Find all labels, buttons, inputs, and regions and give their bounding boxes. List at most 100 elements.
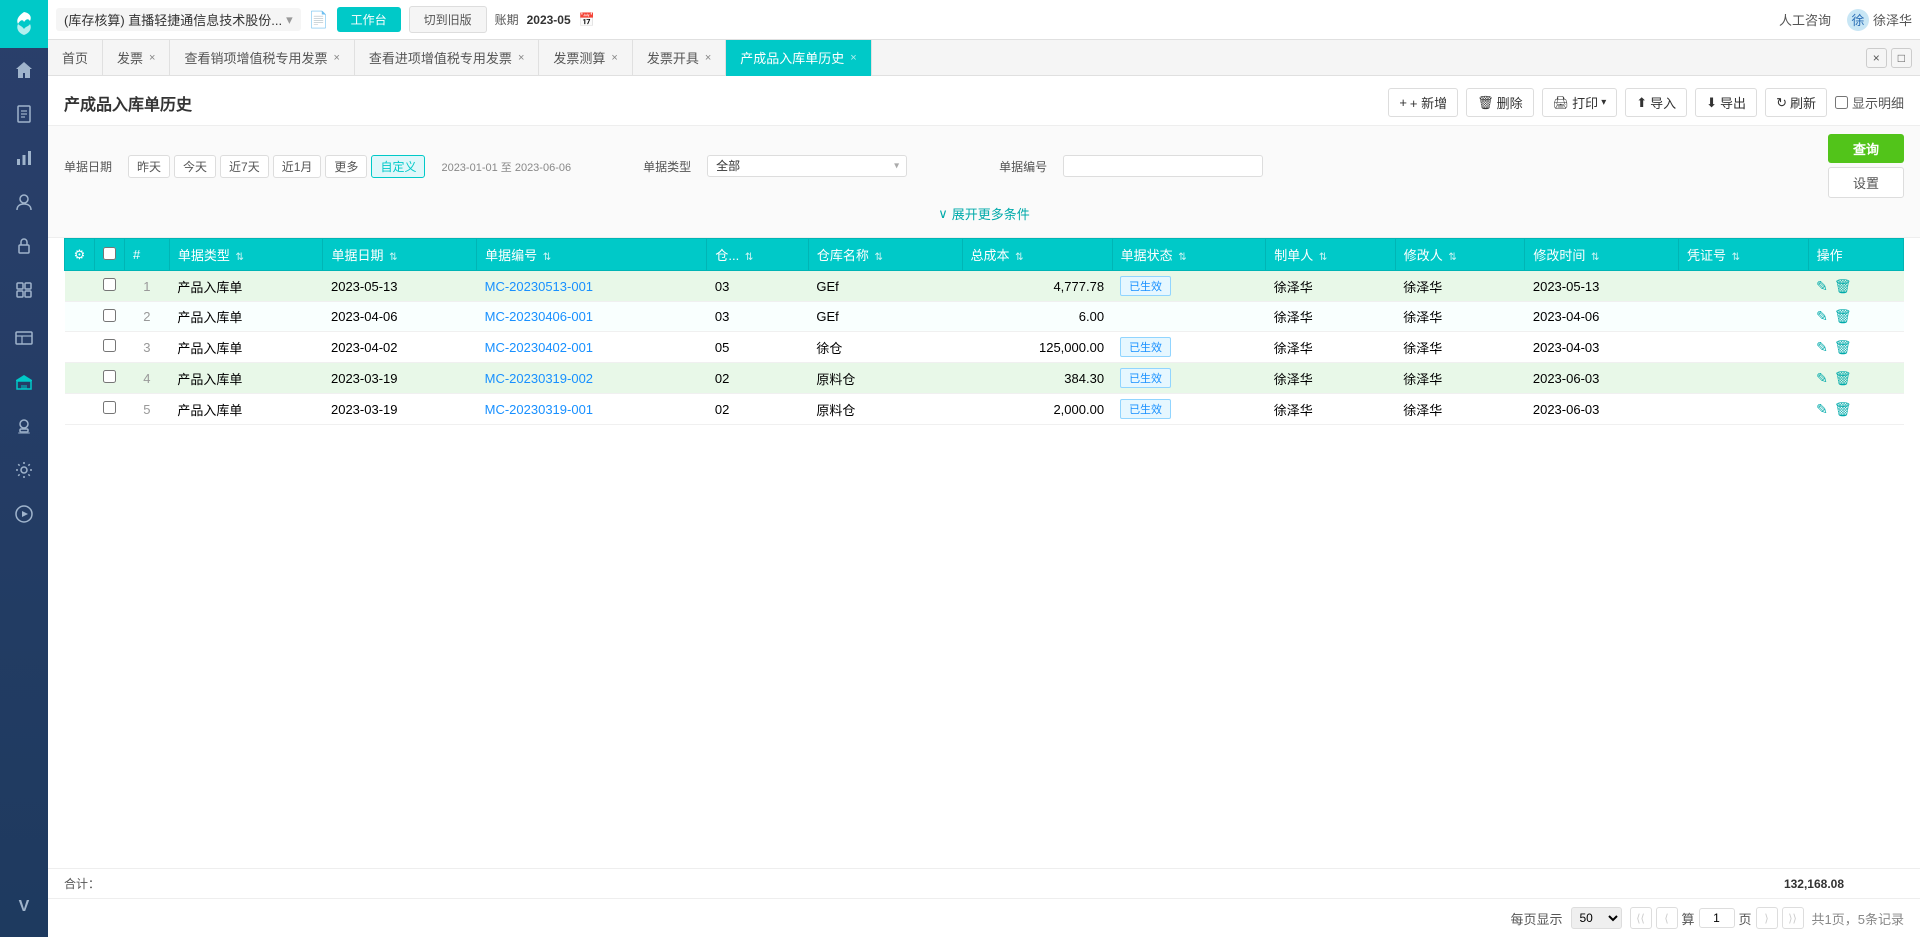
td-number-4[interactable]: MC-20230319-001: [477, 394, 707, 425]
th-warehouse-name[interactable]: 仓库名称 ⇅: [808, 239, 962, 271]
row-number-link-2[interactable]: MC-20230402-001: [485, 340, 593, 355]
sidebar-item-accounts[interactable]: [0, 180, 48, 224]
close-all-button[interactable]: ×: [1866, 48, 1887, 68]
page-next-button[interactable]: ⟩: [1756, 907, 1778, 929]
tab-calc[interactable]: 发票测算 ×: [539, 40, 632, 76]
th-total-cost[interactable]: 总成本 ⇅: [962, 239, 1112, 271]
row-checkbox-0[interactable]: [103, 278, 116, 291]
tab-history[interactable]: 产成品入库单历史 ×: [726, 40, 871, 76]
th-creator[interactable]: 制单人 ⇅: [1266, 239, 1396, 271]
th-modify-time[interactable]: 修改时间 ⇅: [1525, 239, 1679, 271]
date-btn-1month[interactable]: 近1月: [273, 155, 322, 178]
calendar-icon[interactable]: 📅: [579, 12, 595, 28]
sidebar-item-home[interactable]: [0, 48, 48, 92]
help-button[interactable]: 人工咨询: [1779, 10, 1831, 29]
workbench-button[interactable]: 工作台: [337, 7, 401, 32]
switch-version-button[interactable]: 切到旧版: [409, 6, 487, 33]
delete-row-button-2[interactable]: 🗑: [1834, 339, 1852, 356]
user-menu[interactable]: 徐 徐泽华: [1847, 9, 1912, 31]
print-button[interactable]: 🖨 打印 ▾: [1542, 88, 1618, 117]
tab-check-sales[interactable]: 查看销项增值税专用发票 ×: [170, 40, 354, 76]
tab-calc-close[interactable]: ×: [611, 52, 617, 64]
tab-check-purchase[interactable]: 查看进项增值税专用发票 ×: [355, 40, 539, 76]
date-btn-today[interactable]: 今天: [174, 155, 216, 178]
sidebar-item-lock[interactable]: [0, 224, 48, 268]
doc-icon[interactable]: 📄: [309, 10, 329, 30]
tab-home[interactable]: 首页: [48, 40, 103, 76]
sidebar-item-play[interactable]: [0, 492, 48, 536]
td-number-3[interactable]: MC-20230319-002: [477, 363, 707, 394]
page-number-input[interactable]: [1699, 908, 1735, 928]
th-voucher[interactable]: 凭证号 ⇅: [1679, 239, 1809, 271]
edit-button-4[interactable]: ✎: [1816, 401, 1828, 418]
period-value[interactable]: 2023-05: [527, 13, 571, 27]
delete-button[interactable]: 🗑 删除: [1466, 88, 1534, 117]
th-type[interactable]: 单据类型 ⇅: [169, 239, 323, 271]
sidebar-item-table[interactable]: [0, 316, 48, 360]
delete-row-button-1[interactable]: 🗑: [1834, 308, 1852, 325]
td-number-2[interactable]: MC-20230402-001: [477, 332, 707, 363]
th-number[interactable]: 单据编号 ⇅: [477, 239, 707, 271]
th-checkbox[interactable]: [95, 239, 125, 271]
company-selector[interactable]: (库存核算) 直播轻捷通信息技术股份... ▾: [56, 8, 301, 31]
type-select[interactable]: 全部 产品入库单: [707, 155, 907, 177]
delete-row-button-0[interactable]: 🗑: [1834, 278, 1852, 295]
sidebar-item-docs[interactable]: [0, 92, 48, 136]
row-number-link-3[interactable]: MC-20230319-002: [485, 371, 593, 386]
row-number-link-4[interactable]: MC-20230319-001: [485, 402, 593, 417]
per-page-select[interactable]: 10 20 50 100: [1571, 907, 1622, 929]
sidebar-item-stamp[interactable]: [0, 404, 48, 448]
delete-row-button-4[interactable]: 🗑: [1834, 401, 1852, 418]
page-prev-button[interactable]: ⟨: [1656, 907, 1678, 929]
select-all-checkbox[interactable]: [103, 247, 116, 260]
show-detail-checkbox[interactable]: [1835, 96, 1848, 109]
app-logo[interactable]: [0, 0, 48, 48]
row-checkbox-4[interactable]: [103, 401, 116, 414]
page-last-button[interactable]: ⟩⟩: [1782, 907, 1804, 929]
date-btn-7days[interactable]: 近7天: [220, 155, 269, 178]
sidebar-item-grid[interactable]: [0, 268, 48, 312]
row-number-link-0[interactable]: MC-20230513-001: [485, 279, 593, 294]
tab-history-close[interactable]: ×: [850, 52, 856, 64]
row-checkbox-2[interactable]: [103, 339, 116, 352]
edit-button-0[interactable]: ✎: [1816, 278, 1828, 295]
th-settings[interactable]: ⚙: [65, 239, 95, 271]
th-modifier[interactable]: 修改人 ⇅: [1395, 239, 1525, 271]
export-button[interactable]: ⬇ 导出: [1695, 88, 1757, 117]
date-btn-yesterday[interactable]: 昨天: [128, 155, 170, 178]
delete-row-button-3[interactable]: 🗑: [1834, 370, 1852, 387]
th-status[interactable]: 单据状态 ⇅: [1112, 239, 1266, 271]
date-btn-more[interactable]: 更多: [325, 155, 367, 178]
number-input[interactable]: [1063, 155, 1263, 177]
expand-tab-button[interactable]: □: [1891, 48, 1912, 68]
tab-invoice[interactable]: 发票 ×: [103, 40, 170, 76]
th-date[interactable]: 单据日期 ⇅: [323, 239, 477, 271]
edit-button-1[interactable]: ✎: [1816, 308, 1828, 325]
sidebar-item-v[interactable]: V: [0, 885, 48, 929]
row-number-link-1[interactable]: MC-20230406-001: [485, 309, 593, 324]
td-checkbox-2[interactable]: [95, 332, 125, 363]
page-first-button[interactable]: ⟨⟨: [1630, 907, 1652, 929]
td-checkbox-3[interactable]: [95, 363, 125, 394]
tab-open-close[interactable]: ×: [705, 52, 711, 64]
tab-check-sales-close[interactable]: ×: [333, 52, 339, 64]
tab-check-purchase-close[interactable]: ×: [518, 52, 524, 64]
td-checkbox-1[interactable]: [95, 302, 125, 332]
expand-more-btn[interactable]: ∨ 展开更多条件: [938, 204, 1030, 223]
td-number-0[interactable]: MC-20230513-001: [477, 271, 707, 302]
sidebar-item-warehouse[interactable]: [0, 360, 48, 404]
td-checkbox-4[interactable]: [95, 394, 125, 425]
sidebar-item-tools[interactable]: [0, 448, 48, 492]
edit-button-2[interactable]: ✎: [1816, 339, 1828, 356]
new-button[interactable]: + + 新增: [1388, 88, 1458, 117]
edit-button-3[interactable]: ✎: [1816, 370, 1828, 387]
show-detail-toggle[interactable]: 显示明细: [1835, 93, 1904, 112]
import-button[interactable]: ⬆ 导入: [1625, 88, 1687, 117]
query-button[interactable]: 查询: [1828, 134, 1904, 163]
tab-invoice-close[interactable]: ×: [149, 52, 155, 64]
td-checkbox-0[interactable]: [95, 271, 125, 302]
row-checkbox-3[interactable]: [103, 370, 116, 383]
set-button[interactable]: 设置: [1828, 167, 1904, 198]
tab-open[interactable]: 发票开具 ×: [633, 40, 726, 76]
date-btn-custom[interactable]: 自定义: [371, 155, 425, 178]
